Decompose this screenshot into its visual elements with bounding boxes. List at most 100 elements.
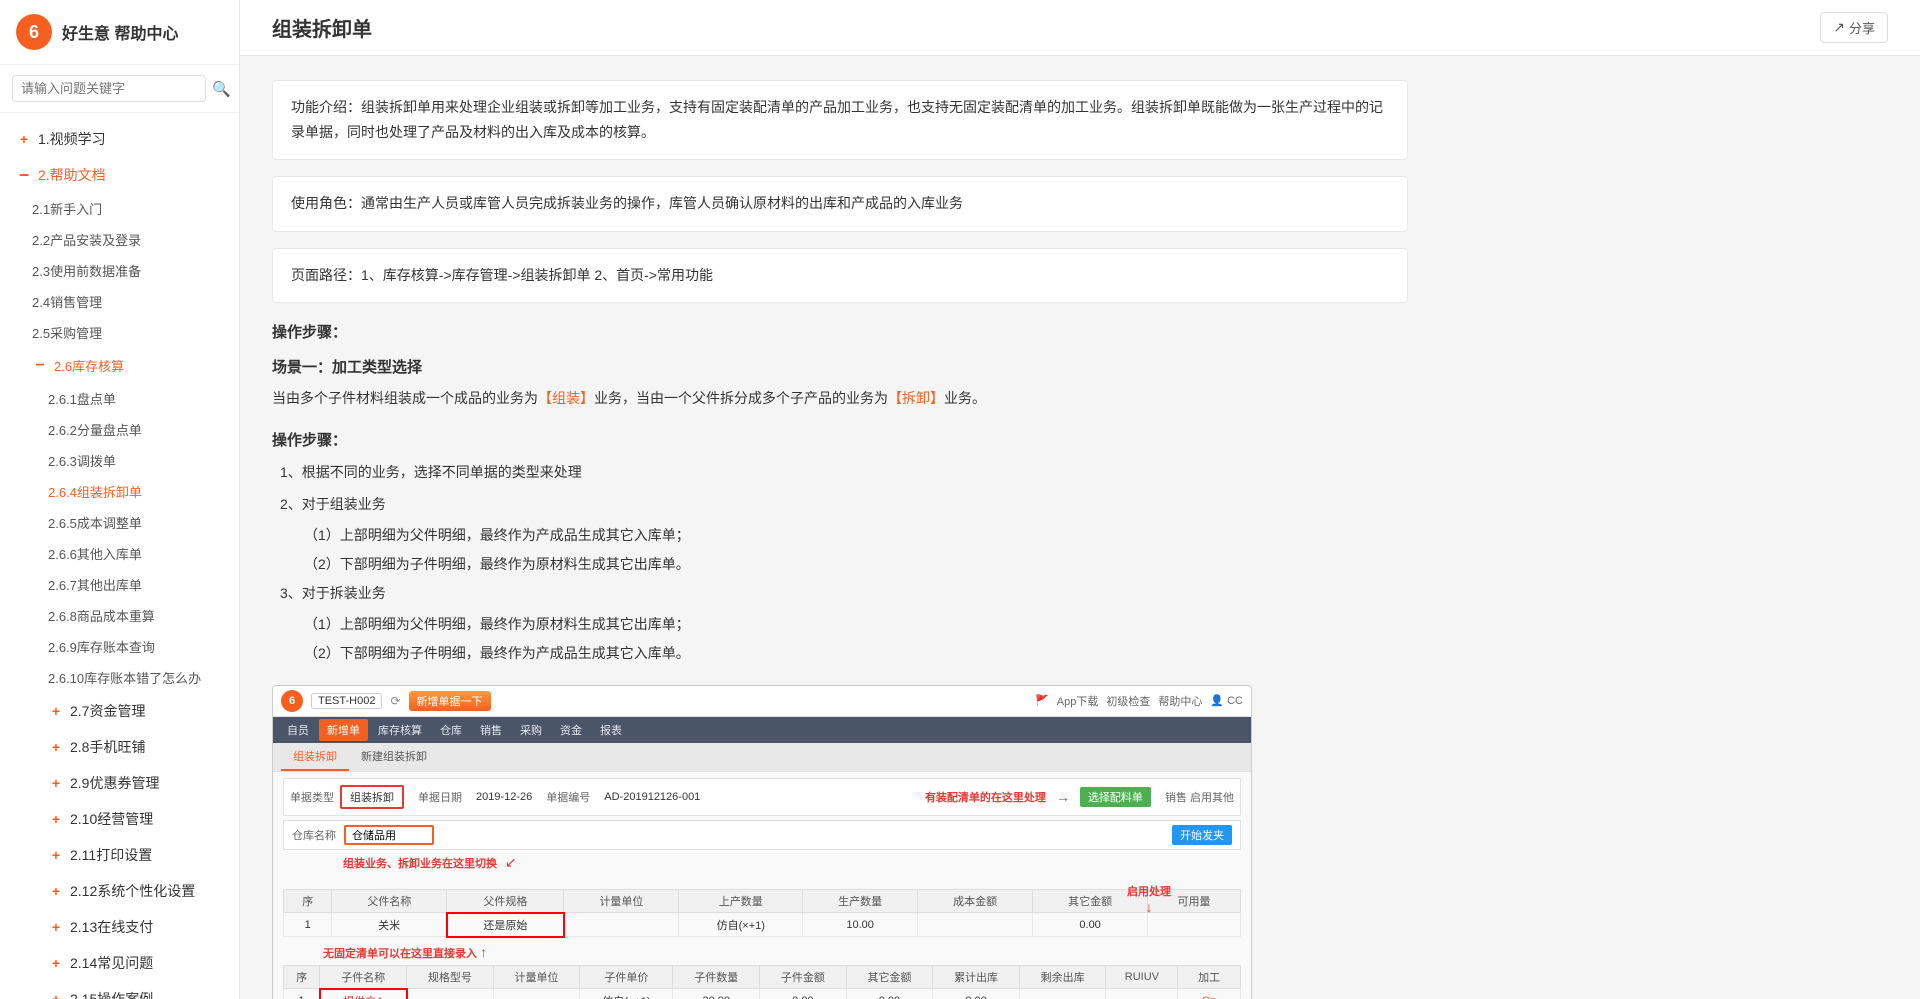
topbar: 组装拆卸单 ↗ 分享 (240, 0, 1920, 56)
plus-icon-5: + (48, 811, 64, 827)
mock-btd-1-process: On (1178, 989, 1241, 999)
sidebar-item-other-in[interactable]: 2.6.6其他入库单 (48, 538, 239, 569)
sidebar-item-stocktake[interactable]: 2.6.1盘点单 (48, 383, 239, 414)
sidebar-item-mobile[interactable]: + 2.8手机旺铺 (32, 729, 239, 765)
mock-nav-warehouse[interactable]: 仓库 (432, 719, 470, 741)
share-button[interactable]: ↗ 分享 (1820, 12, 1888, 43)
mock-new-btn[interactable]: 新增单据一下 (409, 691, 491, 711)
step-2-subs: （1）上部明细为父件明细，最终作为产成品生成其它入库单； （2）下部明细为子件明… (304, 523, 1408, 577)
mock-flag-icon: 🚩 (1035, 694, 1049, 707)
mock-table-bottom: 序 子件名称 规格型号 计量单位 子件单价 子件数量 子件金额 其它金额 累计出… (283, 965, 1241, 999)
ann-arrow-switch: ↙ (505, 854, 517, 870)
sidebar-item-video[interactable]: + 1.视频学习 (0, 121, 239, 157)
sidebar-item-transfer[interactable]: 2.6.3调拨单 (48, 445, 239, 476)
mock-th-parent-name: 父件名称 (332, 889, 447, 913)
sidebar-item-purchase[interactable]: 2.5采购管理 (32, 317, 239, 348)
ann-process-text: 启用处理 (1127, 883, 1171, 899)
sidebar-item-coupon[interactable]: + 2.9优惠券管理 (32, 765, 239, 801)
mock-btd-1-amt: 0.00 (760, 989, 847, 999)
main-content: 组装拆卸单 ↗ 分享 功能介绍：组装拆卸单用来处理企业组装或拆卸等加工业务，支持… (240, 0, 1920, 999)
sidebar-item-other-out[interactable]: 2.6.7其他出库单 (48, 569, 239, 600)
sidebar-nav: + 1.视频学习 − 2.帮助文档 2.1新手入门 2.2产品安装及登录 2.3… (0, 113, 239, 999)
mock-nav-report[interactable]: 报表 (592, 719, 630, 741)
screenshot-container: 6 TEST-H002 ⟳ 新增单据一下 🚩 App下载 初级检查 帮助中心 👤… (272, 685, 1252, 999)
intro-block-2: 使用角色：通常由生产人员或库管人员完成拆装业务的操作，库管人员确认原材料的出库和… (272, 176, 1408, 231)
sidebar-item-cost-adj[interactable]: 2.6.5成本调整单 (48, 507, 239, 538)
sidebar-item-faq[interactable]: + 2.14常见问题 (32, 945, 239, 981)
sidebar-item-cost-recalc[interactable]: 2.6.8商品成本重算 (48, 600, 239, 631)
table-row: 1 关米 还是原始 仿自(×+1) 10.00 0.00 (284, 913, 1241, 937)
mock-nav-new[interactable]: 新增单 (319, 719, 368, 741)
mock-type-value: 组装拆卸 (340, 785, 404, 809)
plus-icon-4: + (48, 775, 64, 791)
share-icon: ↗ (1833, 19, 1845, 36)
sidebar-item-inv-ledger[interactable]: 2.6.9库存账本查询 (48, 631, 239, 662)
step-1: 1、根据不同的业务，选择不同单据的类型来处理 (280, 460, 1408, 485)
sidebar-item-install[interactable]: 2.2产品安装及登录 (32, 224, 239, 255)
sidebar-item-dataprep[interactable]: 2.3使用前数据准备 (32, 255, 239, 286)
mock-th-prod-qty: 生产数量 (803, 889, 918, 913)
mock-ann-row: 组装业务、拆卸业务在这里切换 ↙ (283, 854, 1241, 871)
ann-nofixedlist-arrow: ↑ (480, 944, 487, 960)
ann-process-arrow: ↓ (1127, 899, 1171, 915)
mock-nav-finance[interactable]: 资金 (552, 719, 590, 741)
sidebar-item-customize[interactable]: + 2.12系统个性化设置 (32, 873, 239, 909)
mock-type-text: 组装拆卸 (342, 787, 402, 807)
sidebar-item-sales[interactable]: 2.4销售管理 (32, 286, 239, 317)
sidebar-item-online-pay[interactable]: + 2.13在线支付 (32, 909, 239, 945)
ann-arrow-1: → (1056, 789, 1070, 805)
intro-block-1: 功能介绍：组装拆卸单用来处理企业组装或拆卸等加工业务，支持有固定装配清单的产品加… (272, 80, 1408, 160)
mock-tab-new[interactable]: 新建组装拆卸 (349, 743, 439, 771)
mock-btd-1-qty: 30.00 (673, 989, 760, 999)
sidebar: 6 好生意 帮助中心 🔍 + 1.视频学习 − 2.帮助文档 2.1新手入门 2… (0, 0, 240, 999)
sidebar-item-print[interactable]: + 2.11打印设置 (32, 837, 239, 873)
sidebar-item-cases[interactable]: + 2.15操作案例 (32, 981, 239, 999)
mock-avatar: 👤 CC (1210, 694, 1243, 707)
mock-nav: 自员 新增单 库存核算 仓库 销售 采购 资金 报表 (273, 717, 1251, 743)
mock-bth-other: 其它金额 (846, 965, 933, 989)
mock-nav-purchase[interactable]: 采购 (512, 719, 550, 741)
mock-warehouse-input[interactable] (344, 825, 434, 845)
step-2-sub-1: （1）上部明细为父件明细，最终作为产成品生成其它入库单； (304, 523, 1408, 548)
search-input[interactable] (12, 75, 206, 102)
mock-nav-sales[interactable]: 销售 (472, 719, 510, 741)
mock-btd-1-out2 (1019, 989, 1106, 999)
mock-topbar-left: 6 TEST-H002 ⟳ 新增单据一下 (281, 690, 491, 712)
nav-sub-items-inventory: 2.6.1盘点单 2.6.2分量盘点单 2.6.3调拨单 2.6.4组装拆卸单 … (32, 383, 239, 693)
sidebar-item-partial-stock[interactable]: 2.6.2分量盘点单 (48, 414, 239, 445)
mock-nav-inventory[interactable]: 库存核算 (370, 719, 430, 741)
plus-icon-9: + (48, 955, 64, 971)
mock-no-value: AD-201912126-001 (604, 791, 700, 803)
sidebar-item-inventory[interactable]: − 2.6库存核算 (32, 348, 239, 383)
sidebar-item-docs[interactable]: − 2.帮助文档 (0, 157, 239, 193)
plus-icon-7: + (48, 883, 64, 899)
sidebar-item-inv-error[interactable]: 2.6.10库存账本错了怎么办 (48, 662, 239, 693)
sidebar-item-assemble[interactable]: 2.6.4组装拆卸单 (48, 476, 239, 507)
ann-switch: 组装业务、拆卸业务在这里切换 (343, 858, 497, 870)
mock-btd-1-seq: 1 (284, 989, 320, 999)
intro-text-2: 使用角色：通常由生产人员或库管人员完成拆装业务的操作，库管人员确认原材料的出库和… (291, 195, 963, 211)
mock-logo: 6 (281, 690, 303, 712)
mock-form-area: 单据类型 组装拆卸 单据日期 2019-12-26 单据编号 AD-201912… (273, 772, 1251, 881)
mock-select-btn[interactable]: 选择配料单 (1080, 787, 1151, 807)
mock-screenshot: 6 TEST-H002 ⟳ 新增单据一下 🚩 App下载 初级检查 帮助中心 👤… (273, 686, 1251, 999)
step-3-sub-1: （1）上部明细为父件明细，最终作为原材料生成其它出库单； (304, 612, 1408, 637)
mock-bth-seq: 序 (284, 965, 320, 989)
step-3-subs: （1）上部明细为父件明细，最终作为原材料生成其它出库单； （2）下部明细为子件明… (304, 612, 1408, 666)
mock-td-1-prod: 10.00 (803, 913, 918, 937)
mock-on-toggle[interactable]: On (1202, 995, 1217, 999)
search-icon[interactable]: 🔍 (212, 80, 231, 98)
mock-start-btn[interactable]: 开始发夹 (1172, 825, 1232, 845)
plus-icon-8: + (48, 919, 64, 935)
sidebar-item-ops[interactable]: + 2.10经营管理 (32, 801, 239, 837)
mock-nav-home[interactable]: 自员 (279, 719, 317, 741)
mock-action-label: 销售 启用其他 (1165, 789, 1234, 805)
mock-tab-assemble[interactable]: 组装拆卸 (281, 743, 349, 771)
app-title: 好生意 帮助中心 (62, 20, 178, 44)
sidebar-item-beginner[interactable]: 2.1新手入门 (32, 193, 239, 224)
step-list: 1、根据不同的业务，选择不同单据的类型来处理 2、对于组装业务 （1）上部明细为… (280, 460, 1408, 666)
sidebar-item-finance[interactable]: + 2.7资金管理 (32, 693, 239, 729)
mock-date-value: 2019-12-26 (476, 791, 532, 803)
mock-btd-1-name: 提供方A (320, 989, 407, 999)
mock-th-cost-amt: 成本金额 (918, 889, 1033, 913)
